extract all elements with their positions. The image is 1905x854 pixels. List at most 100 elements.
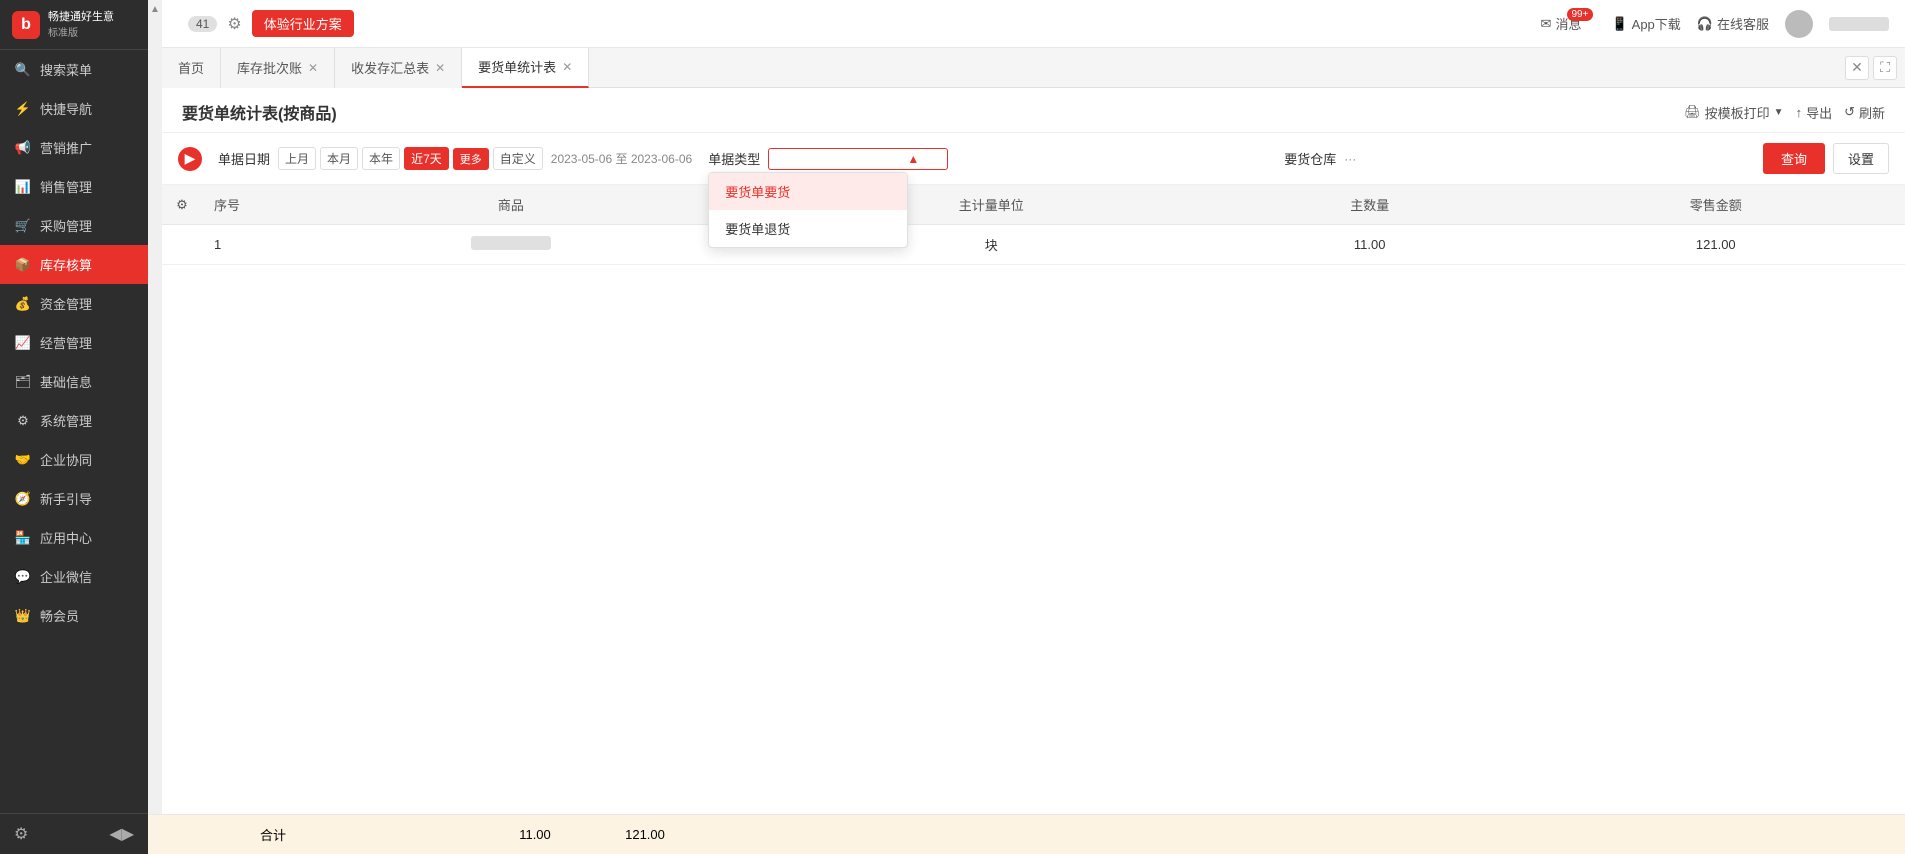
tab-batch-close[interactable]: ✕ [308,62,318,74]
print-label: 按模板打印 [1705,103,1770,122]
sidebar-item-marketing[interactable]: 📢 营销推广 [0,128,148,167]
td-amount: 121.00 [1527,225,1905,265]
type-select[interactable]: ▲ [768,148,948,170]
scroll-up-icon[interactable]: ▲ [150,4,160,15]
page-header: 要货单统计表(按商品) 🖨 按模板打印 ▼ ↑ 导出 ↺ 刷新 [162,88,1905,133]
refresh-button[interactable]: ↺ 刷新 [1844,103,1885,122]
logo-icon: b [12,11,40,39]
btn-7days[interactable]: 近7天 [404,147,449,170]
filter-warehouse-area: 要货仓库 ··· [1284,149,1356,168]
th-gear: ⚙ [162,185,202,225]
sidebar-item-basic[interactable]: 🗂 基础信息 [0,362,148,401]
operation-icon: 📈 [14,334,32,352]
sidebar-item-purchase[interactable]: 🛒 采购管理 [0,206,148,245]
appstore-icon: 🏪 [14,529,32,547]
sidebar-item-wechat[interactable]: 💬 企业微信 [0,557,148,596]
tab-batch[interactable]: 库存批次账 ✕ [221,48,335,88]
app-download-button[interactable]: 📱 App下载 [1611,14,1680,33]
th-product: 商品 [252,185,770,225]
th-qty: 主数量 [1213,185,1527,225]
table-row: 1 块 11.00 121.00 [162,225,1905,265]
sidebar: b 畅捷通好生意 标准版 🔍 搜索菜单 ⚡ 快捷导航 📢 营销推广 📊 销售管理… [0,0,148,854]
tabs-close-all-btn[interactable]: ✕ [1845,56,1869,80]
tab-order-stats[interactable]: 要货单统计表 ✕ [462,48,589,88]
btn-up-month[interactable]: 上月 [278,147,316,170]
promo-button[interactable]: 体验行业方案 [252,10,354,37]
tab-order-stats-close[interactable]: ✕ [562,61,572,73]
sidebar-settings-icon[interactable]: ⚙ [14,824,28,844]
tab-home[interactable]: 首页 [162,48,221,88]
enterprise-icon: 🤝 [14,451,32,469]
tab-home-label: 首页 [178,58,204,77]
filter-date-row: 单据日期 上月 本月 本年 近7天 更多 自定义 2023-05-06 至 20… [218,147,692,170]
dropdown-option-0[interactable]: 要货单要货 [709,173,907,210]
topbar-left: 41 ⚙ 体验行业方案 [178,10,1529,37]
table-footer: 合计 11.00 121.00 [162,814,1905,854]
sidebar-item-quick[interactable]: ⚡ 快捷导航 [0,89,148,128]
online-service-button[interactable]: 🎧 在线客服 [1697,14,1769,33]
btn-more-dates[interactable]: 更多 [453,148,489,170]
date-range-display: 2023-05-06 至 2023-06-06 [551,150,692,167]
sidebar-item-sales[interactable]: 📊 销售管理 [0,167,148,206]
table-body: 1 块 11.00 121.00 [162,225,1905,265]
filter-expand-button[interactable]: ▶ [178,147,202,171]
type-label: 单据类型 [708,149,760,168]
avatar [1785,10,1813,38]
sidebar-collapse-icon[interactable]: ◀▶ [109,824,134,844]
topbar-right: ✉ 消息 99+ 📱 App下载 🎧 在线客服 [1541,10,1889,38]
btn-this-year[interactable]: 本年 [362,147,400,170]
sidebar-logo: b 畅捷通好生意 标准版 [0,0,148,50]
inventory-icon: 📦 [14,256,32,274]
btn-custom[interactable]: 自定义 [493,147,543,170]
messages-badge: 99+ [1567,8,1594,21]
sidebar-item-appstore[interactable]: 🏪 应用中心 [0,518,148,557]
sidebar-item-guide[interactable]: 🧭 新手引导 [0,479,148,518]
sidebar-item-inventory[interactable]: 📦 库存核算 [0,245,148,284]
refresh-label: 刷新 [1859,103,1885,122]
sidebar-item-search[interactable]: 🔍 搜索菜单 [0,50,148,89]
td-no: 1 [202,225,252,265]
warehouse-label: 要货仓库 [1284,149,1336,168]
settings-button[interactable]: 设置 [1833,143,1889,174]
sidebar-item-system[interactable]: ⚙ 系统管理 [0,401,148,440]
sales-icon: 📊 [14,178,32,196]
filter-area: ▶ 单据日期 上月 本月 本年 近7天 更多 自定义 2023-05-06 至 … [162,133,1905,185]
sidebar-scrollbar[interactable]: ▲ ▼ [148,0,162,854]
warehouse-more-btn[interactable]: ··· [1344,152,1356,166]
username[interactable] [1829,17,1889,31]
page-title: 要货单统计表(按商品) [182,100,337,124]
tab-summary-close[interactable]: ✕ [435,62,445,74]
tab-summary[interactable]: 收发存汇总表 ✕ [335,48,462,88]
th-amount: 零售金额 [1527,185,1905,225]
store-num-badge: 41 [188,16,217,32]
td-qty: 11.00 [1213,225,1527,265]
print-button[interactable]: 🖨 按模板打印 ▼ [1684,103,1783,122]
marketing-icon: 📢 [14,139,32,157]
sidebar-item-finance[interactable]: 💰 资金管理 [0,284,148,323]
footer-amount: 121.00 [590,827,700,842]
tabs-expand-btn[interactable]: ⛶ [1873,56,1897,80]
service-icon: 🎧 [1697,16,1713,32]
page-actions: 🖨 按模板打印 ▼ ↑ 导出 ↺ 刷新 [1684,103,1885,122]
messages-button[interactable]: ✉ 消息 99+ [1541,14,1582,33]
wechat-icon: 💬 [14,568,32,586]
filter-date-buttons: 上月 本月 本年 近7天 更多 自定义 [278,147,543,170]
sidebar-item-member[interactable]: 👑 畅会员 [0,596,148,635]
btn-this-month[interactable]: 本月 [320,147,358,170]
dropdown-option-1[interactable]: 要货单退货 [709,210,907,247]
gear-icon[interactable]: ⚙ [176,197,188,212]
tab-summary-label: 收发存汇总表 [351,58,429,77]
refresh-icon: ↺ [1844,104,1855,120]
filter-action-buttons: 查询 设置 [1763,143,1889,174]
footer-qty: 11.00 [480,827,590,842]
sidebar-item-operation[interactable]: 📈 经营管理 [0,323,148,362]
export-icon: ↑ [1796,105,1803,120]
export-button[interactable]: ↑ 导出 [1796,103,1833,122]
query-button[interactable]: 查询 [1763,143,1825,174]
td-gear [162,225,202,265]
service-label: 在线客服 [1717,14,1769,33]
topbar-gear-icon[interactable]: ⚙ [227,14,241,34]
sidebar-item-enterprise[interactable]: 🤝 企业协同 [0,440,148,479]
tab-order-stats-label: 要货单统计表 [478,57,556,76]
basic-icon: 🗂 [14,373,32,391]
